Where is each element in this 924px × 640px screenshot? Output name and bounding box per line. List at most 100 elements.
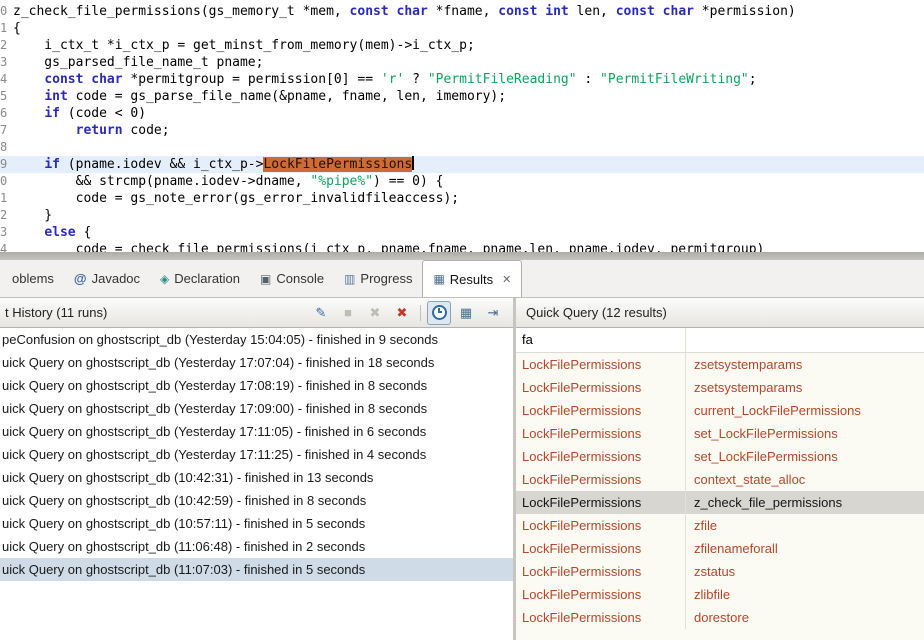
tab-console[interactable]: ▣ Console <box>250 260 334 297</box>
code-text: { <box>75 225 92 240</box>
result-row[interactable]: LockFilePermissions zfile <box>516 514 924 537</box>
code-line[interactable]: 5 int code = gs_parse_file_name(&pname, … <box>0 88 924 105</box>
history-run-item[interactable]: uick Query on ghostscript_db (10:57:11) … <box>0 512 513 535</box>
remove-all-runs-icon[interactable]: ✖ <box>390 301 414 325</box>
code-line[interactable]: 4 code = check_file_permissions(i_ctx_p,… <box>0 241 924 252</box>
tab-problems[interactable]: oblems <box>2 260 64 297</box>
result-cell-location: zlibfile <box>694 587 731 602</box>
code-line[interactable]: 0 && strcmp(pname.iodev->dname, "%pipe%"… <box>0 173 924 190</box>
result-row[interactable]: LockFilePermissions set_LockFilePermissio… <box>516 445 924 468</box>
bottom-view-tabbar: oblems @ Javadoc ◈ Declaration ▣ Console… <box>0 260 924 298</box>
code-text: z_check_file_permissions(gs_memory_t *me… <box>13 4 350 19</box>
result-row[interactable]: LockFilePermissions zsetsystemparams <box>516 376 924 399</box>
tab-results[interactable]: ▦ Results ✕ <box>422 260 523 297</box>
code-text: const <box>615 4 655 19</box>
history-run-item[interactable]: uick Query on ghostscript_db (10:42:31) … <box>0 466 513 489</box>
code-text: char <box>396 4 428 19</box>
horizontal-sash[interactable] <box>0 252 924 260</box>
occurrence-highlight: LockFilePermissions <box>263 157 413 172</box>
results-view-icon[interactable]: ▦ <box>454 301 478 325</box>
line-number: 7 <box>0 123 8 137</box>
code-line[interactable]: 9 if (pname.iodev && i_ctx_p->LockFilePe… <box>0 156 924 173</box>
result-row[interactable]: LockFilePermissions zsetsystemparams <box>516 353 924 376</box>
tab-progress[interactable]: ▥ Progress <box>334 260 422 297</box>
result-cell-element: LockFilePermissions <box>516 606 686 629</box>
code-line[interactable]: 7 return code; <box>0 122 924 139</box>
line-number: 6 <box>0 106 8 120</box>
result-cell-location: context_state_alloc <box>694 472 806 487</box>
result-row[interactable]: LockFilePermissions zstatus <box>516 560 924 583</box>
stop-run-icon[interactable]: ■ <box>336 301 360 325</box>
result-cell-element: LockFilePermissions <box>516 560 686 583</box>
code-line[interactable]: 8 <box>0 139 924 156</box>
history-run-item[interactable]: uick Query on ghostscript_db (Yesterday … <box>0 443 513 466</box>
line-number: 8 <box>0 140 8 154</box>
code-text: ? <box>404 72 428 87</box>
code-line[interactable]: 3 gs_parsed_file_name_t pname; <box>0 54 924 71</box>
code-text: (code < 0) <box>59 106 147 121</box>
history-run-item[interactable]: uick Query on ghostscript_db (11:07:03) … <box>0 558 513 581</box>
history-run-item[interactable]: uick Query on ghostscript_db (Yesterday … <box>0 374 513 397</box>
code-text: len, <box>568 4 616 19</box>
history-run-item[interactable]: uick Query on ghostscript_db (Yesterday … <box>0 397 513 420</box>
close-icon[interactable]: ✕ <box>502 273 511 286</box>
code-line[interactable]: 4 const char *permitgroup = permission[0… <box>0 71 924 88</box>
result-row[interactable]: LockFilePermissions set_LockFilePermissio… <box>516 422 924 445</box>
result-cell-element: LockFilePermissions <box>516 583 686 606</box>
result-row[interactable]: LockFilePermissions z_check_file_permissi… <box>516 491 924 514</box>
remove-run-icon[interactable]: ✖ <box>363 301 387 325</box>
tab-javadoc[interactable]: @ Javadoc <box>64 260 150 297</box>
code-line[interactable]: 6 if (code < 0) <box>0 105 924 122</box>
result-row[interactable]: LockFilePermissions zfilenameforall <box>516 537 924 560</box>
filter-cell-empty <box>686 328 924 352</box>
result-row[interactable]: LockFilePermissions context_state_alloc <box>516 468 924 491</box>
code-line[interactable]: 3 else { <box>0 224 924 241</box>
javadoc-icon: @ <box>73 271 87 286</box>
code-text: "%pipe%" <box>310 174 374 189</box>
result-cell-element: LockFilePermissions <box>516 491 686 514</box>
tab-label: Results <box>449 271 494 287</box>
code-line[interactable]: 1{ <box>0 20 924 37</box>
filter-input[interactable] <box>522 328 672 350</box>
code-text: if <box>44 157 60 172</box>
code-text: { <box>13 21 21 36</box>
result-cell-element: LockFilePermissions <box>516 537 686 560</box>
code-line[interactable]: 2 } <box>0 207 924 224</box>
code-line[interactable]: 2 i_ctx_t *i_ctx_p = get_minst_from_memo… <box>0 37 924 54</box>
tab-declaration[interactable]: ◈ Declaration <box>150 260 250 297</box>
code-line[interactable]: 0 z_check_file_permissions(gs_memory_t *m… <box>0 3 924 20</box>
code-text: (pname.iodev && i_ctx_p-> <box>59 157 264 172</box>
result-cell-location: zfilenameforall <box>694 541 778 556</box>
history-run-item[interactable]: uick Query on ghostscript_db (10:42:59) … <box>0 489 513 512</box>
history-run-item[interactable]: peConfusion on ghostscript_db (Yesterday… <box>0 328 513 351</box>
code-line[interactable]: 1 code = gs_note_error(gs_error_invalidf… <box>0 190 924 207</box>
code-text: ; <box>748 72 757 87</box>
code-text: *permission) <box>693 4 796 19</box>
history-run-item[interactable]: uick Query on ghostscript_db (Yesterday … <box>0 351 513 374</box>
result-cell-element: LockFilePermissions <box>516 399 686 422</box>
code-text: code = gs_parse_file_name(&pname, fname,… <box>67 89 507 104</box>
bottom-area: t History (11 runs) ✎ ■ ✖ ✖ ▦ ⇥ peConfusion o… <box>0 298 924 640</box>
result-cell-location: zfile <box>694 518 718 533</box>
code-text: int <box>545 4 569 19</box>
code-text: } <box>13 208 53 223</box>
result-cell-location: current_LockFilePermissions <box>694 403 861 418</box>
code-text: : <box>576 72 601 87</box>
history-clock-icon[interactable] <box>427 300 451 325</box>
code-text: i_ctx_t *i_ctx_p = get_minst_from_memory… <box>13 38 475 53</box>
jump-to-latest-icon[interactable]: ⇥ <box>481 301 505 325</box>
result-row[interactable]: LockFilePermissions zlibfile <box>516 583 924 606</box>
history-run-item[interactable]: uick Query on ghostscript_db (Yesterday … <box>0 420 513 443</box>
result-row[interactable]: LockFilePermissions current_LockFilePermi… <box>516 399 924 422</box>
result-cell-location: set_LockFilePermissions <box>694 449 838 464</box>
result-cell-element: LockFilePermissions <box>516 445 686 468</box>
code-text: else <box>44 225 76 240</box>
edit-query-icon[interactable]: ✎ <box>309 301 333 325</box>
history-run-item[interactable]: uick Query on ghostscript_db (11:06:48) … <box>0 535 513 558</box>
result-row[interactable]: LockFilePermissions dorestore <box>516 606 924 629</box>
history-panel-header: t History (11 runs) ✎ ■ ✖ ✖ ▦ ⇥ <box>0 298 513 328</box>
progress-icon: ▥ <box>344 271 356 286</box>
result-cell-element: LockFilePermissions <box>516 514 686 537</box>
